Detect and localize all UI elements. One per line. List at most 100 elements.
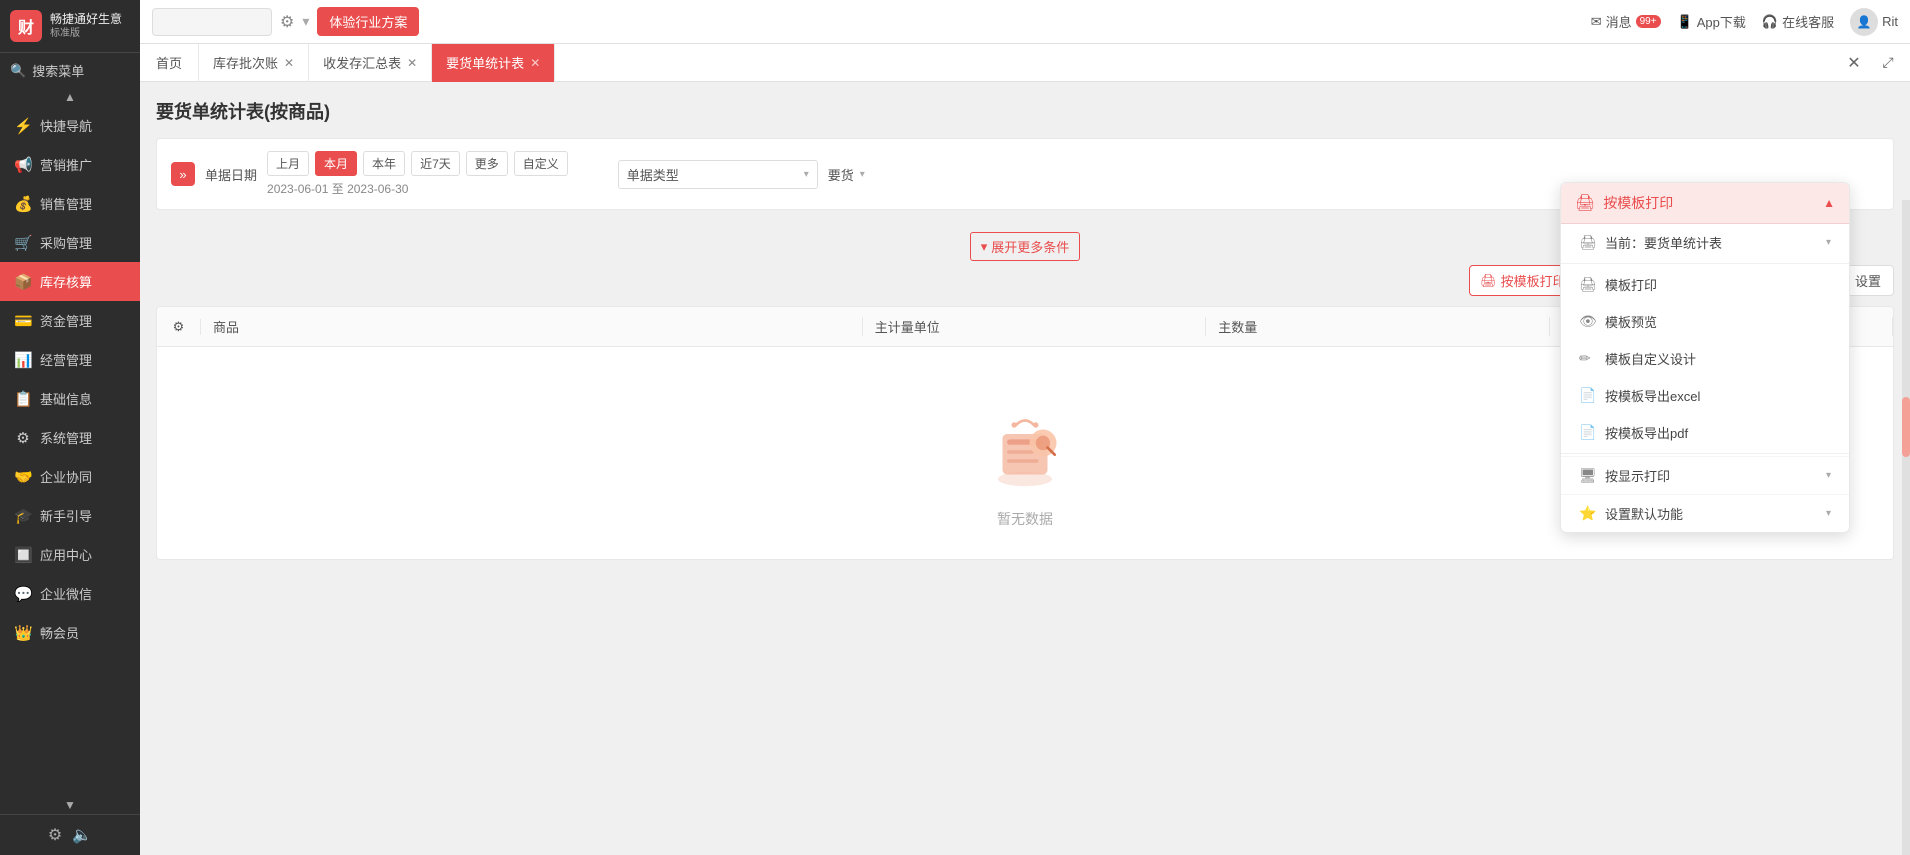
tabbar-expand-btn[interactable]: ⤢ — [1874, 49, 1902, 77]
sidebar-search[interactable]: 🔍 搜索菜单 — [0, 53, 140, 88]
online-service-btn[interactable]: 🎧 在线客服 — [1762, 12, 1834, 31]
sidebar-item-corp[interactable]: 🤝 企业协同 — [0, 457, 140, 496]
sidebar-item-purchase[interactable]: 🛒 采购管理 — [0, 223, 140, 262]
content-area: 要货单统计表(按商品) » 单据日期 上月 本月 本年 近7天 更多 自定义 2… — [140, 82, 1910, 855]
date-btn-this-month[interactable]: 本月 — [315, 151, 357, 176]
template-design-icon: ✏ — [1579, 350, 1595, 367]
tabbar-right: ✕ ⤢ — [1840, 49, 1910, 77]
sidebar-item-sales[interactable]: 💰 销售管理 — [0, 184, 140, 223]
apps-icon: 🔲 — [14, 546, 32, 564]
sales-icon: 💰 — [14, 195, 32, 213]
tab-receipts-summary[interactable]: 收发存汇总表 ✕ — [309, 44, 432, 82]
member-icon: 👑 — [14, 624, 32, 642]
print-dropdown-template-excel[interactable]: 📄 按模板导出excel — [1561, 377, 1849, 414]
print-dropdown-display-print[interactable]: 🖥 按显示打印 ▾ — [1561, 456, 1849, 494]
yaohuo-label: 要货 — [828, 165, 854, 184]
sidebar-item-inventory[interactable]: 📦 库存核算 — [0, 262, 140, 301]
main-area: ⚙ ▾ 体验行业方案 ✉ 消息 99+ 📱 App下载 🎧 在线客服 👤 Rit — [140, 0, 1910, 855]
wechat-icon: 💬 — [14, 585, 32, 603]
trial-btn[interactable]: 体验行业方案 — [317, 7, 419, 36]
th-product: 商品 — [201, 317, 863, 336]
print-dropdown-template-preview[interactable]: 👁 模板预览 — [1561, 303, 1849, 340]
purchase-icon: 🛒 — [14, 234, 32, 252]
sidebar-scroll-down[interactable]: ▼ — [64, 798, 76, 812]
operation-icon: 📊 — [14, 351, 32, 369]
sidebar-item-member[interactable]: 👑 畅会员 — [0, 613, 140, 652]
quick-nav-icon: ⚡ — [14, 117, 32, 135]
marketing-icon: 📢 — [14, 156, 32, 174]
display-print-arrow-icon: ▾ — [1826, 470, 1831, 481]
display-print-icon: 🖥 — [1579, 467, 1595, 484]
tabbar-close-all-btn[interactable]: ✕ — [1840, 49, 1868, 77]
print-dropdown-template-print[interactable]: 🖨 模板打印 — [1561, 266, 1849, 303]
type-filter-select[interactable]: 单据类型 ▾ — [618, 160, 818, 189]
sidebar-item-finance[interactable]: 💳 资金管理 — [0, 301, 140, 340]
date-btn-custom[interactable]: 自定义 — [514, 151, 568, 176]
empty-text: 暂无数据 — [997, 509, 1053, 529]
date-filter-label: 单据日期 — [205, 165, 257, 184]
th-quantity: 主数量 — [1206, 317, 1549, 336]
user-avatar-btn[interactable]: 👤 Rit — [1850, 8, 1898, 36]
yaohuo-arrow-icon: ▾ — [860, 169, 865, 180]
divider-1 — [1561, 263, 1849, 264]
message-icon: ✉ — [1591, 14, 1602, 30]
date-btn-group: 上月 本月 本年 近7天 更多 自定义 — [267, 151, 568, 176]
app-download-btn[interactable]: 📱 App下载 — [1677, 12, 1746, 31]
tab-inventory-batch[interactable]: 库存批次账 ✕ — [199, 44, 309, 82]
date-btn-7days[interactable]: 近7天 — [411, 151, 460, 176]
search-icon: 🔍 — [10, 63, 26, 79]
messages-btn[interactable]: ✉ 消息 99+ — [1591, 12, 1661, 31]
topbar: ⚙ ▾ 体验行业方案 ✉ 消息 99+ 📱 App下载 🎧 在线客服 👤 Rit — [140, 0, 1910, 44]
page-title: 要货单统计表(按商品) — [156, 98, 1894, 124]
type-select-chevron-icon: ▾ — [804, 169, 809, 180]
sidebar-item-wechat[interactable]: 💬 企业微信 — [0, 574, 140, 613]
date-btn-this-year[interactable]: 本年 — [363, 151, 405, 176]
print-dropdown-template-pdf[interactable]: 📄 按模板导出pdf — [1561, 414, 1849, 451]
yaohuo-filter: 要货 ▾ — [828, 165, 865, 184]
sidebar-scroll-up[interactable]: ▲ — [64, 90, 76, 104]
print-dropdown-current[interactable]: 🖨 当前：要货单统计表 ▾ — [1561, 224, 1849, 261]
guide-icon: 🎓 — [14, 507, 32, 525]
tab-receipts-summary-close[interactable]: ✕ — [407, 56, 417, 70]
sidebar-item-apps[interactable]: 🔲 应用中心 — [0, 535, 140, 574]
filter-expand-btn[interactable]: » — [171, 162, 195, 186]
sidebar-item-basic[interactable]: 📋 基础信息 — [0, 379, 140, 418]
date-btn-more[interactable]: 更多 — [466, 151, 508, 176]
sidebar-logo: 财 畅捷通好生意 标准版 — [0, 0, 140, 53]
divider-2 — [1561, 453, 1849, 454]
empty-icon — [980, 407, 1070, 497]
tabbar: 首页 库存批次账 ✕ 收发存汇总表 ✕ 要货单统计表 ✕ ✕ ⤢ — [140, 44, 1910, 82]
sidebar-bottom: ⚙ 🔈 — [0, 814, 140, 855]
sidebar-nav: ⚡ 快捷导航 📢 营销推广 💰 销售管理 🛒 采购管理 📦 库存核算 💳 资金管… — [0, 106, 140, 796]
print-dropdown-default-func[interactable]: ⭐ 设置默认功能 ▾ — [1561, 494, 1849, 532]
topbar-gear-icon[interactable]: ⚙ — [280, 12, 294, 32]
tab-inventory-batch-close[interactable]: ✕ — [284, 56, 294, 70]
th-settings[interactable]: ⚙ — [157, 319, 201, 335]
print-dropdown-header: 🖨 按模板打印 ▲ — [1561, 183, 1849, 224]
template-print-icon: 🖨 — [1579, 276, 1595, 293]
sidebar-item-system[interactable]: ⚙ 系统管理 — [0, 418, 140, 457]
sidebar-item-marketing[interactable]: 📢 营销推广 — [0, 145, 140, 184]
topbar-chevron-icon[interactable]: ▾ — [302, 13, 309, 30]
expand-more-btn[interactable]: ▾ 展开更多条件 — [970, 232, 1081, 261]
print-dropdown-collapse-btn[interactable]: ▲ — [1823, 196, 1835, 210]
tab-order-stats-close[interactable]: ✕ — [530, 56, 540, 70]
right-scrollbar[interactable] — [1902, 200, 1910, 855]
sidebar-item-operation[interactable]: 📊 经营管理 — [0, 340, 140, 379]
tab-order-stats[interactable]: 要货单统计表 ✕ — [432, 44, 555, 82]
date-btn-last-month[interactable]: 上月 — [267, 151, 309, 176]
sidebar-settings-btn[interactable]: ⚙ — [48, 825, 62, 845]
sidebar-item-quick-nav[interactable]: ⚡ 快捷导航 — [0, 106, 140, 145]
date-filter-group: 上月 本月 本年 近7天 更多 自定义 2023-06-01 至 2023-06… — [267, 151, 568, 197]
app-logo-text: 畅捷通好生意 标准版 — [50, 12, 122, 41]
topbar-search-box — [152, 8, 272, 36]
sidebar-sound-btn[interactable]: 🔈 — [72, 825, 92, 845]
th-unit: 主计量单位 — [863, 317, 1206, 336]
messages-badge: 99+ — [1636, 15, 1661, 28]
print-icon: 🖨 — [1480, 273, 1497, 289]
tab-home[interactable]: 首页 — [140, 44, 199, 82]
current-arrow-icon: ▾ — [1826, 237, 1831, 248]
scrollbar-thumb[interactable] — [1902, 397, 1910, 457]
sidebar-item-guide[interactable]: 🎓 新手引导 — [0, 496, 140, 535]
print-dropdown-template-design[interactable]: ✏ 模板自定义设计 — [1561, 340, 1849, 377]
